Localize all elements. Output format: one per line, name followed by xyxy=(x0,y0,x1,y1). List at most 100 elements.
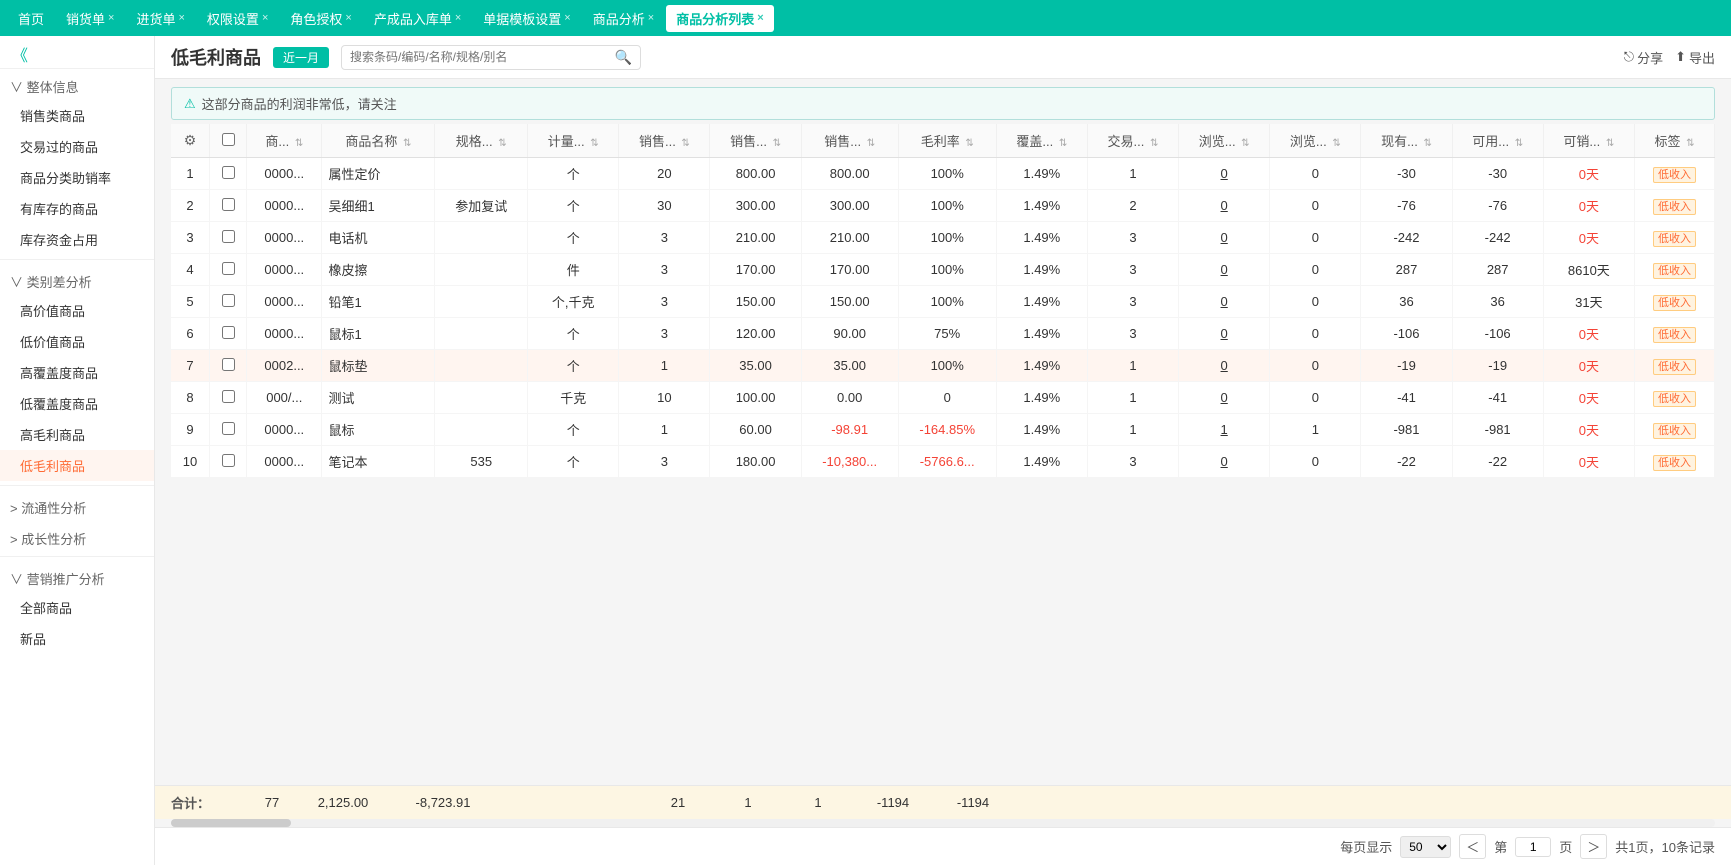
per-page-select[interactable]: 50 20 100 xyxy=(1400,836,1451,858)
close-product-analysis-list[interactable]: × xyxy=(757,12,763,24)
th-name[interactable]: 商品名称 ⇅ xyxy=(322,124,435,158)
th-unit[interactable]: 计量... ⇅ xyxy=(528,124,619,158)
sidebar-group-flow[interactable]: > 流通性分析 xyxy=(0,490,154,521)
sidebar-item-low-coverage[interactable]: 低覆盖度商品 xyxy=(0,388,154,419)
td-unit: 个 xyxy=(528,414,619,446)
th-trade[interactable]: 交易... ⇅ xyxy=(1087,124,1178,158)
prev-page-btn[interactable]: ＜ xyxy=(1459,834,1486,859)
th-browse2[interactable]: 浏览... ⇅ xyxy=(1270,124,1361,158)
table-container[interactable]: ⚙ 商... ⇅ 商品名称 ⇅ 规格... ⇅ 计量... ⇅ 销售... ⇅ … xyxy=(155,124,1731,785)
close-permissions[interactable]: × xyxy=(262,12,268,24)
td-gross-rate: 100% xyxy=(898,222,996,254)
th-sales2[interactable]: 销售... ⇅ xyxy=(710,124,801,158)
close-product-entry[interactable]: × xyxy=(455,12,461,24)
sidebar-item-category-assist[interactable]: 商品分类助销率 xyxy=(0,162,154,193)
td-checkbox[interactable] xyxy=(210,446,247,478)
td-checkbox[interactable] xyxy=(210,286,247,318)
sidebar-item-stocked-goods[interactable]: 有库存的商品 xyxy=(0,193,154,224)
td-trade: 3 xyxy=(1087,254,1178,286)
notice-bar: ⚠ 这部分商品的利润非常低，请关注 xyxy=(171,87,1715,120)
search-input[interactable] xyxy=(350,50,611,64)
sidebar-item-stock-capital[interactable]: 库存资金占用 xyxy=(0,224,154,255)
sidebar-item-sales-goods[interactable]: 销售类商品 xyxy=(0,100,154,131)
sidebar-item-all-goods[interactable]: 全部商品 xyxy=(0,592,154,623)
sidebar-divider-3 xyxy=(0,556,154,557)
sidebar-item-traded-goods[interactable]: 交易过的商品 xyxy=(0,131,154,162)
td-browse1[interactable]: 0 xyxy=(1179,382,1270,414)
share-btn[interactable]: ⎋ 分享 xyxy=(1624,48,1663,67)
th-browse1[interactable]: 浏览... ⇅ xyxy=(1179,124,1270,158)
table-row: 3 0000... 电话机 个 3 210.00 210.00 100% 1.4… xyxy=(171,222,1715,254)
td-browse1[interactable]: 0 xyxy=(1179,190,1270,222)
scrollbar-thumb[interactable] xyxy=(171,819,291,827)
td-browse1[interactable]: 0 xyxy=(1179,350,1270,382)
select-all-checkbox[interactable] xyxy=(222,133,235,146)
td-checkbox[interactable] xyxy=(210,414,247,446)
td-checkbox[interactable] xyxy=(210,350,247,382)
close-sales-order[interactable]: × xyxy=(108,12,114,24)
sidebar-group-category[interactable]: ∨ 类别差分析 xyxy=(0,264,154,295)
sidebar-group-growth[interactable]: > 成长性分析 xyxy=(0,521,154,552)
total-s1: 77 xyxy=(251,795,293,810)
filter-tag-btn[interactable]: 近一月 xyxy=(273,47,329,68)
th-sales1[interactable]: 销售... ⇅ xyxy=(619,124,710,158)
next-page-btn[interactable]: ＞ xyxy=(1580,834,1607,859)
close-product-analysis[interactable]: × xyxy=(648,12,654,24)
nav-home[interactable]: 首页 xyxy=(8,5,54,32)
close-template-settings[interactable]: × xyxy=(564,12,570,24)
td-browse1[interactable]: 0 xyxy=(1179,446,1270,478)
td-current: -242 xyxy=(1361,222,1452,254)
search-icon[interactable]: 🔍 xyxy=(615,49,632,66)
td-checkbox[interactable] xyxy=(210,318,247,350)
nav-permissions[interactable]: 权限设置 × xyxy=(197,5,278,32)
sidebar-item-high-coverage[interactable]: 高覆盖度商品 xyxy=(0,357,154,388)
td-checkbox[interactable] xyxy=(210,190,247,222)
th-checkbox[interactable] xyxy=(210,124,247,158)
td-browse1[interactable]: 0 xyxy=(1179,286,1270,318)
th-sales3[interactable]: 销售... ⇅ xyxy=(801,124,898,158)
th-current[interactable]: 现有... ⇅ xyxy=(1361,124,1452,158)
sidebar-item-high-margin[interactable]: 高毛利商品 xyxy=(0,419,154,450)
th-saleable[interactable]: 可销... ⇅ xyxy=(1543,124,1634,158)
total-pages-info: 共1页，10条记录 xyxy=(1615,837,1715,856)
th-code[interactable]: 商... ⇅ xyxy=(247,124,322,158)
td-saleable: 0天 xyxy=(1543,190,1634,222)
th-avail[interactable]: 可用... ⇅ xyxy=(1452,124,1543,158)
sidebar-item-low-value[interactable]: 低价值商品 xyxy=(0,326,154,357)
nav-product-analysis[interactable]: 商品分析 × xyxy=(583,5,664,32)
td-browse1[interactable]: 1 xyxy=(1179,414,1270,446)
page-number-input[interactable] xyxy=(1515,837,1551,857)
td-checkbox[interactable] xyxy=(210,222,247,254)
nav-product-analysis-list[interactable]: 商品分析列表 × xyxy=(666,5,773,32)
table-row: 10 0000... 笔记本 535 个 3 180.00 -10,380...… xyxy=(171,446,1715,478)
sidebar-group-overall[interactable]: ∨ 整体信息 xyxy=(0,69,154,100)
close-role-auth[interactable]: × xyxy=(345,12,351,24)
td-browse1[interactable]: 0 xyxy=(1179,318,1270,350)
th-spec[interactable]: 规格... ⇅ xyxy=(435,124,528,158)
td-browse1[interactable]: 0 xyxy=(1179,254,1270,286)
sidebar-item-high-value[interactable]: 高价值商品 xyxy=(0,295,154,326)
close-purchase-order[interactable]: × xyxy=(178,12,184,24)
td-tag: 低收入 xyxy=(1634,414,1714,446)
th-settings[interactable]: ⚙ xyxy=(171,124,210,158)
nav-role-auth[interactable]: 角色授权 × xyxy=(280,5,361,32)
nav-template-settings[interactable]: 单据模板设置 × xyxy=(473,5,580,32)
th-gross-rate[interactable]: 毛利率 ⇅ xyxy=(898,124,996,158)
nav-purchase-order[interactable]: 进货单 × xyxy=(126,5,194,32)
th-tag[interactable]: 标签 ⇅ xyxy=(1634,124,1714,158)
scrollbar-area[interactable] xyxy=(171,819,1715,827)
sidebar-item-low-margin[interactable]: 低毛利商品 xyxy=(0,450,154,481)
sidebar-item-new-goods[interactable]: 新品 xyxy=(0,623,154,654)
td-checkbox[interactable] xyxy=(210,254,247,286)
sidebar-collapse-btn[interactable]: 《 xyxy=(8,42,32,66)
nav-sales-order[interactable]: 销货单 × xyxy=(56,5,124,32)
td-checkbox[interactable] xyxy=(210,382,247,414)
td-checkbox[interactable] xyxy=(210,158,247,190)
sidebar-group-marketing[interactable]: ∨ 营销推广分析 xyxy=(0,561,154,592)
td-browse1[interactable]: 0 xyxy=(1179,222,1270,254)
td-browse1[interactable]: 0 xyxy=(1179,158,1270,190)
td-sales2: 300.00 xyxy=(710,190,801,222)
th-cover[interactable]: 覆盖... ⇅ xyxy=(996,124,1087,158)
nav-product-entry[interactable]: 产成品入库单 × xyxy=(364,5,471,32)
export-btn[interactable]: ⬆ 导出 xyxy=(1675,48,1715,67)
